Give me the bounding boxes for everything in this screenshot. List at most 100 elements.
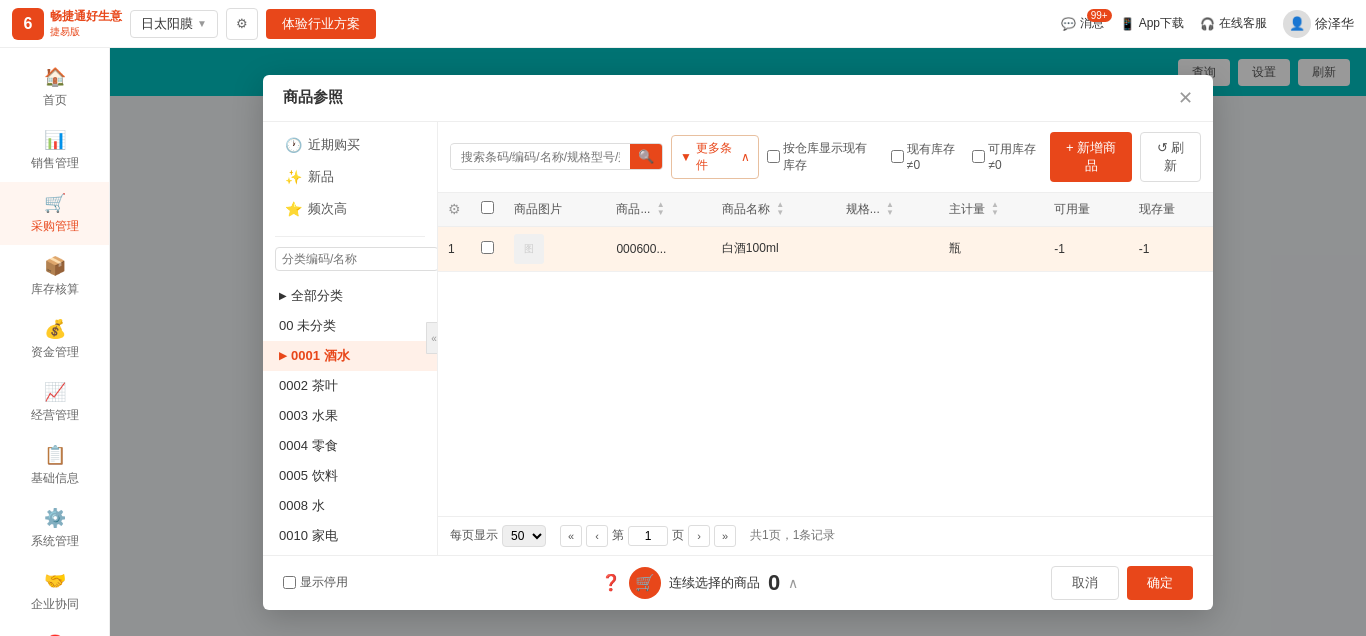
row-code: 000600... [606, 226, 711, 271]
active-arrow-icon: ▶ [279, 350, 287, 361]
col-available[interactable]: 可用量 [1044, 193, 1128, 227]
tab-new-products[interactable]: ✨ 新品 [275, 162, 425, 192]
logo-area: 6 畅捷通好生意 捷易版 [12, 8, 122, 40]
settings-icon[interactable]: ⚙ [226, 8, 258, 40]
product-reference-modal: 商品参照 ✕ 🕐 近期购买 ✨ [263, 75, 1213, 610]
page-info: 共1页，1条记录 [750, 527, 835, 544]
new-icon: ✨ [285, 169, 302, 185]
row-image-cell: 图 [504, 226, 606, 271]
col-code[interactable]: 商品... ▲▼ [606, 193, 711, 227]
modal-close-button[interactable]: ✕ [1178, 87, 1193, 109]
prev-page-button[interactable]: ‹ [586, 525, 608, 547]
inventory-icon: 📦 [44, 255, 66, 277]
category-item-all[interactable]: ▶ 全部分类 [263, 281, 437, 311]
main-content: 查询 设置 刷新 商品参照 ✕ 🕐 [110, 48, 1366, 636]
first-page-button[interactable]: « [560, 525, 582, 547]
modal-header: 商品参照 ✕ [263, 75, 1213, 122]
col-image: 商品图片 [504, 193, 606, 227]
top-navigation: 6 畅捷通好生意 捷易版 日太阳膜 ▼ ⚙ 体验行业方案 💬 消息 99+ 📱 … [0, 0, 1366, 48]
refresh-list-button[interactable]: ↺ 刷新 [1140, 132, 1201, 182]
col-checkbox [471, 193, 504, 227]
trial-button[interactable]: 体验行业方案 [266, 9, 376, 39]
filter-checkboxes: 按仓库显示现有库存 现有库存≠0 可用库存≠0 [767, 140, 1042, 174]
select-all-checkbox[interactable] [481, 201, 494, 214]
table-row[interactable]: 1 图 000600... 白酒100ml [438, 226, 1213, 271]
sidebar-item-inventory[interactable]: 📦 库存核算 [0, 245, 109, 308]
category-item-water[interactable]: 0008 水 [263, 491, 437, 521]
col-spec[interactable]: 规格... ▲▼ [836, 193, 939, 227]
nav-selector[interactable]: 日太阳膜 ▼ [130, 10, 218, 38]
category-item-appliance[interactable]: 0010 家电 [263, 521, 437, 551]
enterprise-icon: 🤝 [44, 570, 66, 592]
filter-icon: ▼ [680, 150, 692, 164]
purchase-icon: 🛒 [44, 192, 66, 214]
sidebar-item-system[interactable]: ⚙️ 系统管理 [0, 497, 109, 560]
checkbox-nonzero-stock[interactable]: 现有库存≠0 [891, 141, 961, 172]
add-product-button[interactable]: + 新增商品 [1050, 132, 1132, 182]
checkbox-warehouse-stock[interactable]: 按仓库显示现有库存 [767, 140, 879, 174]
tab-high-frequency[interactable]: ⭐ 频次高 [275, 194, 425, 224]
col-name[interactable]: 商品名称 ▲▼ [712, 193, 836, 227]
row-unit: 瓶 [939, 226, 1045, 271]
more-filters-button[interactable]: ▼ 更多条件 ∧ [671, 135, 759, 179]
sidebar-item-finance[interactable]: 💰 资金管理 [0, 308, 109, 371]
col-stock[interactable]: 现存量 [1129, 193, 1213, 227]
category-search-area: 🔍 [263, 241, 437, 277]
sales-icon: 📊 [44, 129, 66, 151]
sort-code-icon: ▲▼ [657, 201, 665, 217]
col-unit[interactable]: 主计量 ▲▼ [939, 193, 1045, 227]
row-checkbox-cell [471, 226, 504, 271]
cart-collapse-button[interactable]: ∧ [788, 575, 798, 591]
sidebar-item-sales[interactable]: 📊 销售管理 [0, 119, 109, 182]
sidebar-item-home[interactable]: 🏠 首页 [0, 56, 109, 119]
help-icon[interactable]: ❓ [601, 573, 621, 592]
sidebar-item-operations[interactable]: 📈 经营管理 [0, 371, 109, 434]
sidebar-item-purchase[interactable]: 🛒 采购管理 [0, 182, 109, 245]
sidebar-item-guide[interactable]: 🎯 新手引导 [0, 623, 109, 636]
category-item-tea[interactable]: 0002 茶叶 [263, 371, 437, 401]
category-search-input[interactable] [275, 247, 438, 271]
app-download-button[interactable]: 📱 App下载 [1120, 15, 1184, 32]
row-checkbox[interactable] [481, 241, 494, 254]
next-page-button[interactable]: › [688, 525, 710, 547]
logo-icon: 6 [12, 8, 44, 40]
logo-text: 畅捷通好生意 捷易版 [50, 8, 122, 39]
user-area[interactable]: 👤 徐泽华 [1283, 10, 1354, 38]
product-search-bar: 🔍 ▼ 更多条件 ∧ 按仓库显示现有库存 [438, 122, 1213, 193]
finance-icon: 💰 [44, 318, 66, 340]
sidebar-item-basic-info[interactable]: 📋 基础信息 [0, 434, 109, 497]
mobile-icon: 📱 [1120, 17, 1135, 31]
tab-recent-purchase[interactable]: 🕐 近期购买 [275, 130, 425, 160]
online-service-button[interactable]: 🎧 在线客服 [1200, 15, 1267, 32]
sidebar-item-enterprise[interactable]: 🤝 企业协同 [0, 560, 109, 623]
filter-collapse-icon: ∧ [741, 150, 750, 164]
search-input-wrap: 🔍 [450, 143, 663, 170]
per-page-select[interactable]: 50 [502, 525, 546, 547]
modal-overlay[interactable]: 商品参照 ✕ 🕐 近期购买 ✨ [110, 48, 1366, 636]
show-disabled-checkbox[interactable] [283, 576, 296, 589]
modal-body: 🕐 近期购买 ✨ 新品 ⭐ 频次高 [263, 122, 1213, 555]
search-submit-button[interactable]: 🔍 [630, 144, 662, 169]
right-panel: 🔍 ▼ 更多条件 ∧ 按仓库显示现有库存 [438, 122, 1213, 555]
expand-icon: ▶ [279, 290, 287, 301]
category-list: ▶ 全部分类 00 未分类 ▶ 0001 酒水 0002 茶 [263, 277, 437, 555]
messages-button[interactable]: 💬 消息 99+ [1061, 15, 1104, 32]
quick-tabs: 🕐 近期购买 ✨ 新品 ⭐ 频次高 [263, 122, 437, 232]
page-number-input[interactable] [628, 526, 668, 546]
category-item-fruit[interactable]: 0003 水果 [263, 401, 437, 431]
category-item-liquor[interactable]: ▶ 0001 酒水 [263, 341, 437, 371]
cart-icon[interactable]: 🛒 [629, 567, 661, 599]
cart-area: ❓ 🛒 连续选择的商品 0 ∧ [601, 567, 798, 599]
cancel-button[interactable]: 取消 [1051, 566, 1119, 600]
table-gear-icon[interactable]: ⚙ [448, 201, 461, 217]
product-search-input[interactable] [451, 145, 630, 169]
last-page-button[interactable]: » [714, 525, 736, 547]
category-item-snack[interactable]: 0004 零食 [263, 431, 437, 461]
table-body: 1 图 000600... 白酒100ml [438, 226, 1213, 271]
category-item-beverage[interactable]: 0005 饮料 [263, 461, 437, 491]
product-image: 图 [514, 234, 544, 264]
checkbox-available-stock[interactable]: 可用库存≠0 [972, 141, 1042, 172]
category-item-uncategorized[interactable]: 00 未分类 [263, 311, 437, 341]
panel-collapse-button[interactable]: « [426, 322, 438, 354]
confirm-button[interactable]: 确定 [1127, 566, 1193, 600]
